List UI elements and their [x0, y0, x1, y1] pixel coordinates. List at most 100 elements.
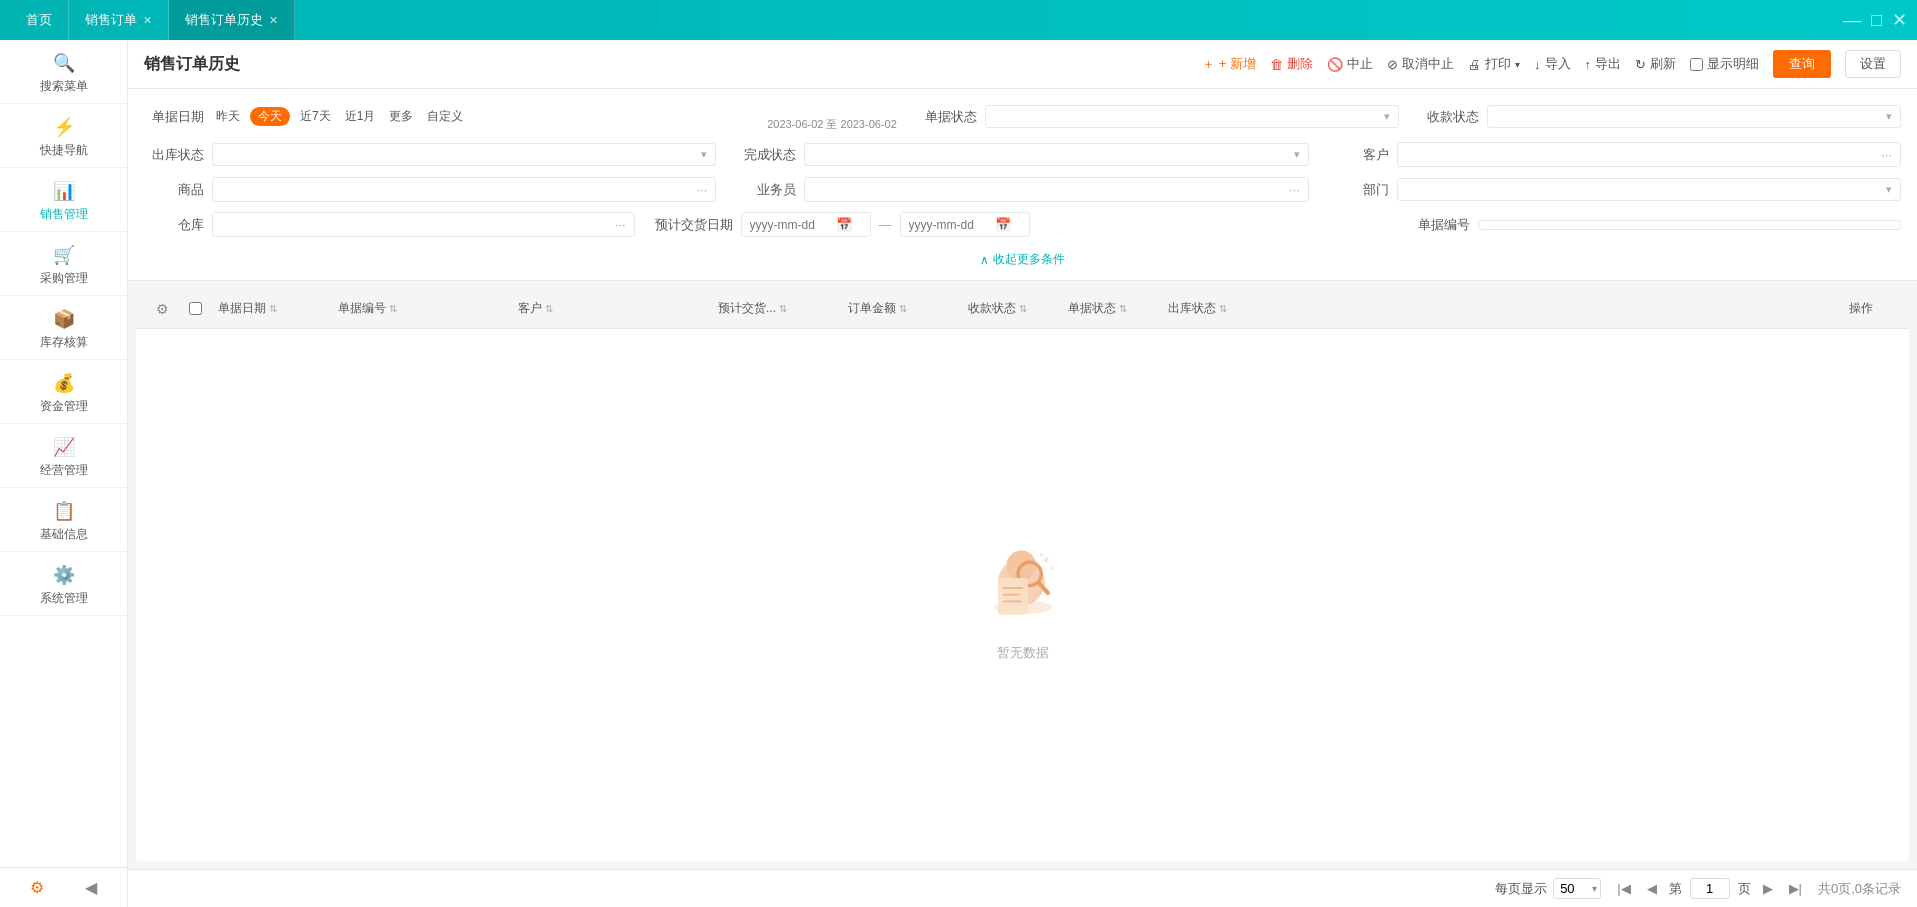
collapse-row[interactable]: ∧ 收起更多条件 [144, 247, 1901, 268]
sidebar-item-inventory[interactable]: 📦 库存核算 [0, 296, 127, 360]
select-all-checkbox[interactable] [189, 302, 202, 315]
table-header: ⚙ 单据日期 ⇅ 单据编号 ⇅ 客户 ⇅ 预计交货... [136, 289, 1909, 329]
sidebar-collapse-icon[interactable]: ◀ [85, 878, 97, 897]
sidebar-settings-icon[interactable]: ⚙ [30, 878, 44, 897]
pagination: |◀ ◀ 第 页 ▶ ▶| [1613, 878, 1806, 899]
sidebar-item-management[interactable]: 📈 经营管理 [0, 424, 127, 488]
show-details-checkbox-wrap[interactable]: 显示明细 [1690, 55, 1759, 73]
more-btn[interactable]: 更多 [385, 107, 417, 126]
tab-home[interactable]: 首页 [10, 0, 69, 40]
trash-icon: 🗑 [1270, 57, 1283, 72]
sidebar-item-system[interactable]: ⚙️ 系统管理 [0, 552, 127, 616]
settings-button[interactable]: 设置 [1845, 50, 1901, 78]
customer-input[interactable]: ··· [1397, 142, 1901, 167]
page-label: 第 [1669, 880, 1682, 898]
page-title: 销售订单历史 [144, 54, 240, 75]
warehouse-input[interactable]: ··· [212, 212, 635, 237]
col-date[interactable]: 单据日期 ⇅ [210, 300, 330, 317]
trending-icon: 📈 [53, 436, 75, 458]
sidebar-item-purchase[interactable]: 🛒 采购管理 [0, 232, 127, 296]
delivery-date-from-wrap[interactable]: 📅 [741, 212, 871, 237]
delivery-date-to-wrap[interactable]: 📅 [900, 212, 1030, 237]
per-page-select[interactable]: 20 50 100 200 [1553, 878, 1601, 899]
next-page-button[interactable]: ▶ [1759, 879, 1777, 898]
export-button[interactable]: ↑ 导出 [1585, 55, 1622, 73]
order-status-select[interactable]: ▾ [985, 105, 1399, 128]
salesperson-input[interactable]: ··· [804, 177, 1308, 202]
close-history-tab[interactable]: ✕ [269, 14, 278, 27]
date-label: 单据日期 [144, 108, 204, 126]
sort-amount-icon: ⇅ [899, 303, 907, 314]
sidebar-item-search[interactable]: 🔍 搜索菜单 [0, 40, 127, 104]
salesperson-dots[interactable]: ··· [1289, 182, 1300, 197]
import-button[interactable]: ↓ 导入 [1534, 55, 1571, 73]
out-status-arrow: ▾ [701, 148, 707, 161]
filter-date: 单据日期 昨天 今天 近7天 近1月 更多 自定义 [144, 107, 867, 126]
tab-sales-order[interactable]: 销售订单 ✕ [69, 0, 169, 40]
goods-dots[interactable]: ··· [696, 182, 707, 197]
close-sales-order-tab[interactable]: ✕ [143, 14, 152, 27]
sidebar-item-shortcuts[interactable]: ⚡ 快捷导航 [0, 104, 127, 168]
out-status-select[interactable]: ▾ [212, 143, 716, 166]
content-area: 销售订单历史 ＋ + 新增 🗑 删除 🚫 中止 ⊘ 取消中止 [128, 40, 1917, 907]
col-amount[interactable]: 订单金额 ⇅ [840, 300, 960, 317]
delivery-date-from[interactable] [750, 218, 830, 232]
prev-page-button[interactable]: ◀ [1643, 879, 1661, 898]
cancel-stop-button[interactable]: ⊘ 取消中止 [1387, 55, 1454, 73]
col-order-status[interactable]: 单据状态 ⇅ [1060, 300, 1160, 317]
department-select[interactable]: ▾ [1397, 178, 1901, 201]
first-page-button[interactable]: |◀ [1613, 879, 1634, 898]
col-client[interactable]: 客户 ⇅ [510, 300, 710, 317]
complete-status-select[interactable]: ▾ [804, 143, 1308, 166]
filter-row-3: 商品 ··· 业务员 ··· 部门 [144, 177, 1901, 202]
delivery-date-to[interactable] [909, 218, 989, 232]
filter-row-2: 出库状态 ▾ 完成状态 ▾ 客户 [144, 142, 1901, 167]
close-window-button[interactable]: ✕ [1892, 9, 1907, 31]
warehouse-dots[interactable]: ··· [615, 217, 626, 232]
col-action: 操作 [1841, 300, 1901, 317]
table-area: ⚙ 单据日期 ⇅ 单据编号 ⇅ 客户 ⇅ 预计交货... [136, 289, 1909, 861]
minimize-button[interactable]: — [1843, 10, 1861, 31]
tab-bar: 首页 销售订单 ✕ 销售订单历史 ✕ [10, 0, 1843, 40]
payment-status-select[interactable]: ▾ [1487, 105, 1901, 128]
today-btn[interactable]: 今天 [250, 107, 290, 126]
delivery-date-label: 预计交货日期 [655, 216, 733, 234]
cart-icon: 🛒 [53, 244, 75, 266]
show-details-checkbox[interactable] [1690, 58, 1703, 71]
stop-button[interactable]: 🚫 中止 [1327, 55, 1373, 73]
maximize-button[interactable]: □ [1871, 10, 1882, 31]
empty-text: 暂无数据 [997, 644, 1049, 662]
tab-sales-order-history[interactable]: 销售订单历史 ✕ [169, 0, 295, 40]
col-sn[interactable]: 单据编号 ⇅ [330, 300, 510, 317]
complete-status-arrow: ▾ [1294, 148, 1300, 161]
query-button[interactable]: 查询 [1773, 50, 1831, 78]
table-settings-icon[interactable]: ⚙ [144, 301, 180, 317]
col-delivery[interactable]: 预计交货... ⇅ [710, 300, 840, 317]
sidebar-item-base-info[interactable]: 📋 基础信息 [0, 488, 127, 552]
department-arrow: ▾ [1886, 183, 1892, 196]
delete-button[interactable]: 🗑 删除 [1270, 55, 1313, 73]
order-sn-input[interactable] [1478, 220, 1901, 230]
print-button[interactable]: 🖨 打印 ▾ [1468, 55, 1520, 73]
stop-icon: 🚫 [1327, 57, 1343, 72]
new-button[interactable]: ＋ + 新增 [1202, 55, 1256, 73]
sidebar-item-finance[interactable]: 💰 资金管理 [0, 360, 127, 424]
last7-btn[interactable]: 近7天 [296, 107, 335, 126]
empty-illustration [973, 528, 1073, 628]
svg-point-11 [1039, 553, 1042, 556]
page-input[interactable] [1690, 878, 1730, 899]
refresh-button[interactable]: ↻ 刷新 [1635, 55, 1676, 73]
order-sn-label: 单据编号 [1410, 216, 1470, 234]
sidebar-item-sales[interactable]: 📊 销售管理 [0, 168, 127, 232]
customer-dots[interactable]: ··· [1881, 147, 1892, 162]
lightning-icon: ⚡ [53, 116, 75, 138]
yesterday-btn[interactable]: 昨天 [212, 107, 244, 126]
last-page-button[interactable]: ▶| [1785, 879, 1806, 898]
col-pay-status[interactable]: 收款状态 ⇅ [960, 300, 1060, 317]
col-out-status[interactable]: 出库状态 ⇅ [1160, 300, 1260, 317]
goods-input[interactable]: ··· [212, 177, 716, 202]
last1m-btn[interactable]: 近1月 [341, 107, 380, 126]
delivery-date-control: 📅 — 📅 [741, 212, 1391, 237]
custom-btn[interactable]: 自定义 [423, 107, 467, 126]
print-dropdown-icon: ▾ [1515, 59, 1520, 70]
